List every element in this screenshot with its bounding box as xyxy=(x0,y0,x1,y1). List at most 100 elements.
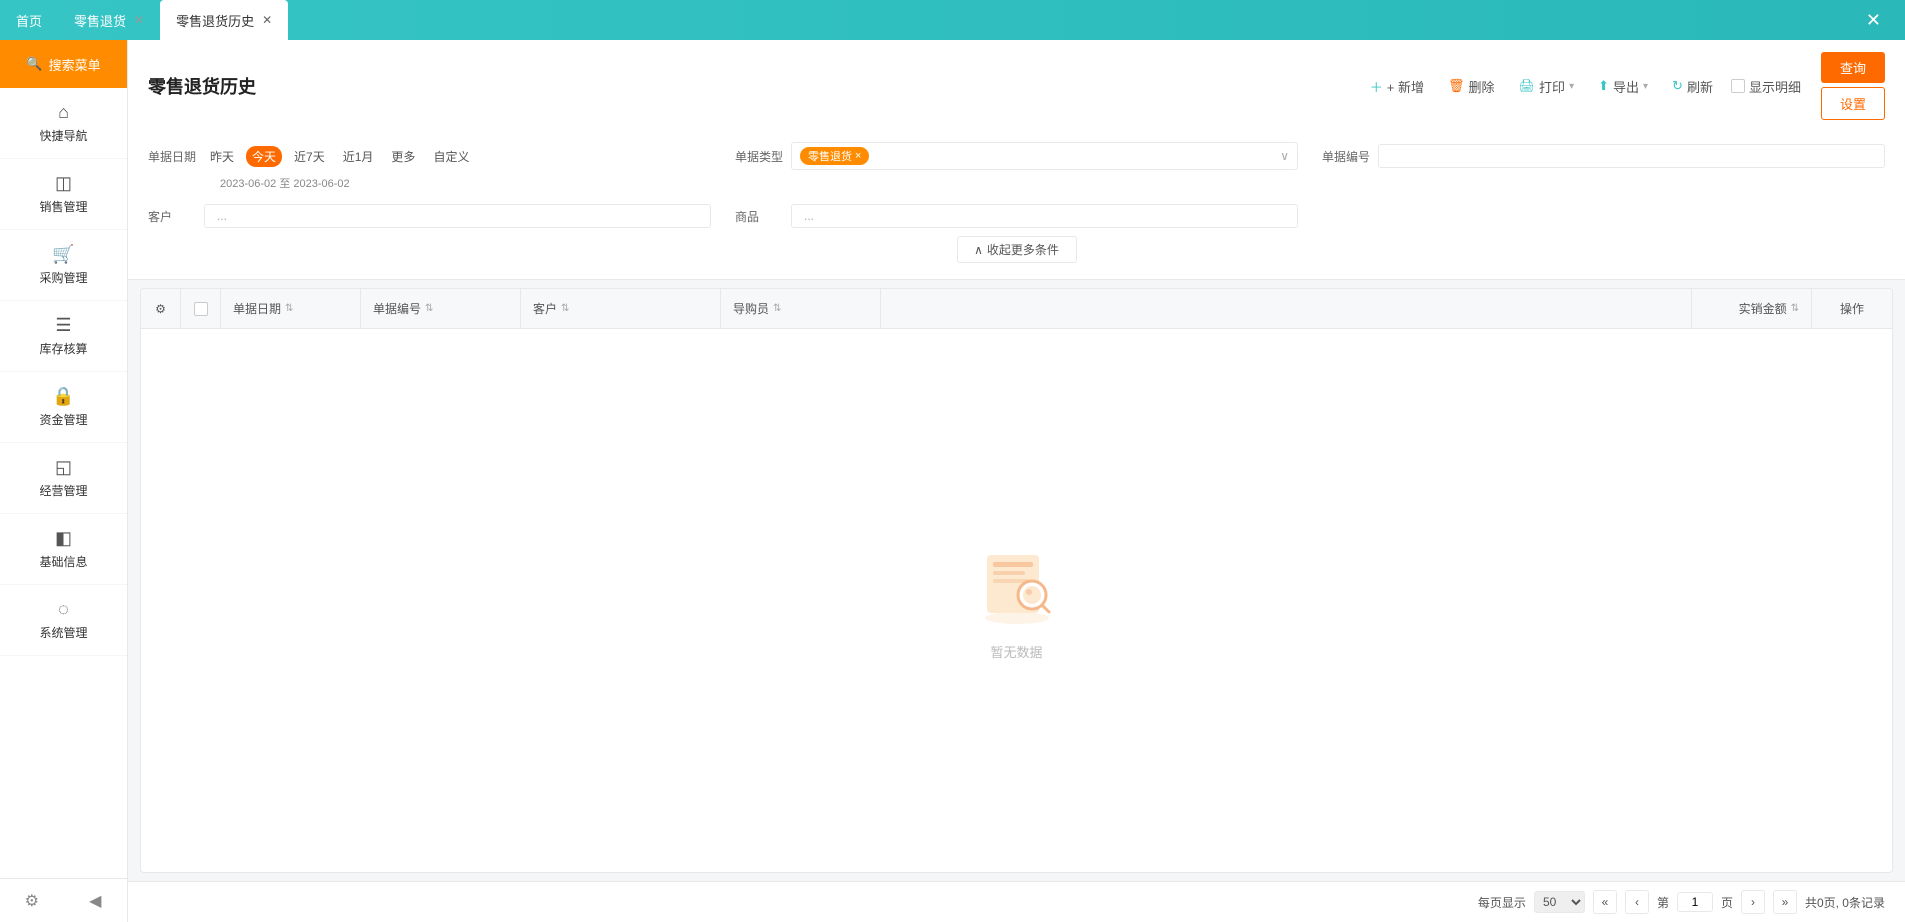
delete-btn-label: 删除 xyxy=(1469,77,1495,96)
sidebar-search[interactable]: 🔍 搜索菜单 xyxy=(0,40,127,88)
purchase-icon: 🛒 xyxy=(52,244,74,265)
type-filter-select[interactable]: 零售退货 × ∨ xyxy=(791,142,1298,170)
type-tag-close[interactable]: × xyxy=(855,150,861,162)
per-page-select[interactable]: 50 10 20 100 xyxy=(1534,891,1585,913)
sidebar-item-system-mgmt[interactable]: ◌ 系统管理 xyxy=(0,585,127,656)
close-window-btn[interactable]: ✕ xyxy=(1858,10,1889,30)
th-check[interactable] xyxy=(181,289,221,328)
date-btn-7days[interactable]: 近7天 xyxy=(288,146,331,167)
tab-retail-return-history[interactable]: 零售退货历史 ✕ xyxy=(160,0,288,40)
sidebar-item-quick-nav[interactable]: ⌂ 快捷导航 xyxy=(0,88,127,159)
table-header: ⚙ 单据日期 ⇅ 单据编号 ⇅ 客户 ⇅ 导购员 xyxy=(141,289,1892,329)
operations-icon: ◱ xyxy=(55,457,72,478)
basic-info-icon: ◧ xyxy=(55,528,72,549)
tab-home[interactable]: 首页 xyxy=(0,0,58,40)
tab-home-label: 首页 xyxy=(16,11,42,30)
refresh-btn[interactable]: ↻ 刷新 xyxy=(1666,73,1719,100)
th-doc-no: 单据编号 ⇅ xyxy=(361,289,521,328)
sidebar-item-operations-mgmt[interactable]: ◱ 经营管理 xyxy=(0,443,127,514)
next-page-btn[interactable]: › xyxy=(1741,890,1765,914)
sidebar-item-purchase-mgmt[interactable]: 🛒 采购管理 xyxy=(0,230,127,301)
th-ops-label: 操作 xyxy=(1840,300,1864,317)
th-guide-label: 导购员 xyxy=(733,300,769,317)
page-input[interactable] xyxy=(1677,892,1713,912)
content-area: 零售退货历史 ＋ + 新增 🗑 删除 🖨 打印 xyxy=(128,40,1905,922)
sidebar-bottom: ⚙ ◀ xyxy=(0,878,127,922)
filter-cell-docno: 单据编号 xyxy=(1322,144,1885,168)
column-settings-icon[interactable]: ⚙ xyxy=(155,302,166,316)
th-settings[interactable]: ⚙ xyxy=(141,289,181,328)
per-page-label: 每页显示 xyxy=(1478,894,1526,911)
capital-icon: 🔒 xyxy=(52,386,74,407)
print-btn-label: 打印 xyxy=(1539,77,1565,96)
sidebar-item-inventory[interactable]: ☰ 库存核算 xyxy=(0,301,127,372)
sidebar-collapse-btn[interactable]: ◀ xyxy=(64,879,128,922)
refresh-btn-label: 刷新 xyxy=(1687,77,1713,96)
docno-filter-label: 单据编号 xyxy=(1322,148,1370,165)
sort-customer-icon[interactable]: ⇅ xyxy=(561,303,569,314)
sidebar-item-basic-info[interactable]: ◧ 基础信息 xyxy=(0,514,127,585)
sort-amount-icon[interactable]: ⇅ xyxy=(1791,303,1799,314)
filter-cell-customer: 客户 ... xyxy=(148,204,711,228)
new-btn[interactable]: ＋ + 新增 xyxy=(1364,73,1430,100)
collapse-btn-label: 收起更多条件 xyxy=(987,241,1059,258)
date-btn-custom[interactable]: 自定义 xyxy=(427,146,475,167)
empty-state: 暂无数据 xyxy=(141,329,1892,872)
sidebar-nav: ⌂ 快捷导航 ◫ 销售管理 🛒 采购管理 ☰ 库存核算 🔒 资金管理 ◱ 经营管 xyxy=(0,88,127,878)
type-filter-label: 单据类型 xyxy=(735,148,783,165)
tab-retail-return[interactable]: 零售退货 ✕ xyxy=(58,0,160,40)
date-btn-more[interactable]: 更多 xyxy=(385,146,421,167)
pagination: 每页显示 50 10 20 100 « ‹ 第 页 › » 共0页, 0条记录 xyxy=(128,881,1905,922)
select-all-checkbox[interactable] xyxy=(194,302,208,316)
display-toggle[interactable]: 显示明细 xyxy=(1731,77,1801,96)
sidebar-item-operations-mgmt-label: 经营管理 xyxy=(39,482,87,499)
sidebar-item-basic-info-label: 基础信息 xyxy=(39,553,87,570)
display-checkbox[interactable] xyxy=(1731,79,1745,93)
filter-row-1: 单据日期 昨天 今天 近7天 近1月 更多 自定义 xyxy=(148,142,1885,170)
filter-cell-type: 单据类型 零售退货 × ∨ xyxy=(735,142,1298,170)
page-title-row: 零售退货历史 ＋ + 新增 🗑 删除 🖨 打印 xyxy=(148,52,1885,120)
top-bar: 首页 零售退货 ✕ 零售退货历史 ✕ ✕ xyxy=(0,0,1905,40)
docno-filter-input[interactable] xyxy=(1378,144,1885,168)
customer-dots: ... xyxy=(217,209,227,223)
settings-btn[interactable]: 设置 xyxy=(1821,87,1885,120)
empty-text: 暂无数据 xyxy=(990,642,1042,661)
sidebar-item-capital-mgmt[interactable]: 🔒 资金管理 xyxy=(0,372,127,443)
customer-filter-select[interactable]: ... xyxy=(204,204,711,228)
empty-illustration xyxy=(967,540,1067,630)
goods-filter-label: 商品 xyxy=(735,208,783,225)
tab-retail-return-history-label: 零售退货历史 xyxy=(176,11,254,30)
print-chevron-icon: ▾ xyxy=(1569,81,1574,92)
inventory-icon: ☰ xyxy=(55,315,71,336)
sidebar-settings-btn[interactable]: ⚙ xyxy=(0,879,64,922)
sort-date-icon[interactable]: ⇅ xyxy=(285,303,293,314)
delete-icon: 🗑 xyxy=(1448,78,1465,94)
th-amount: 实销金额 ⇅ xyxy=(1692,289,1812,328)
date-btn-today[interactable]: 今天 xyxy=(246,146,282,167)
sidebar-item-sales-mgmt-label: 销售管理 xyxy=(39,198,87,215)
print-icon: 🖨 xyxy=(1519,78,1536,94)
goods-filter-select[interactable]: ... xyxy=(791,204,1298,228)
print-btn[interactable]: 🖨 打印 ▾ xyxy=(1513,73,1581,100)
tab-retail-return-history-close[interactable]: ✕ xyxy=(262,13,272,27)
query-btn[interactable]: 查询 xyxy=(1821,52,1885,83)
export-btn[interactable]: ⬆ 导出 ▾ xyxy=(1592,73,1654,100)
search-icon: 🔍 xyxy=(26,56,42,72)
first-page-btn[interactable]: « xyxy=(1593,890,1617,914)
tab-retail-return-close[interactable]: ✕ xyxy=(134,13,144,27)
filter-row-2: 客户 ... 商品 ... xyxy=(148,204,1885,228)
date-btn-yesterday[interactable]: 昨天 xyxy=(204,146,240,167)
last-page-btn[interactable]: » xyxy=(1773,890,1797,914)
date-btn-1month[interactable]: 近1月 xyxy=(337,146,380,167)
delete-btn[interactable]: 🗑 删除 xyxy=(1442,73,1501,100)
collapse-btn[interactable]: ∧ 收起更多条件 xyxy=(957,236,1077,263)
collapse-icon: ◀ xyxy=(89,891,101,911)
type-chevron-icon: ∨ xyxy=(1280,149,1289,163)
sidebar-item-system-mgmt-label: 系统管理 xyxy=(39,624,87,641)
prev-page-btn[interactable]: ‹ xyxy=(1625,890,1649,914)
sort-guide-icon[interactable]: ⇅ xyxy=(773,303,781,314)
home-icon: ⌂ xyxy=(58,102,69,123)
date-filter-label: 单据日期 xyxy=(148,148,196,165)
sidebar-item-sales-mgmt[interactable]: ◫ 销售管理 xyxy=(0,159,127,230)
sort-docno-icon[interactable]: ⇅ xyxy=(425,303,433,314)
